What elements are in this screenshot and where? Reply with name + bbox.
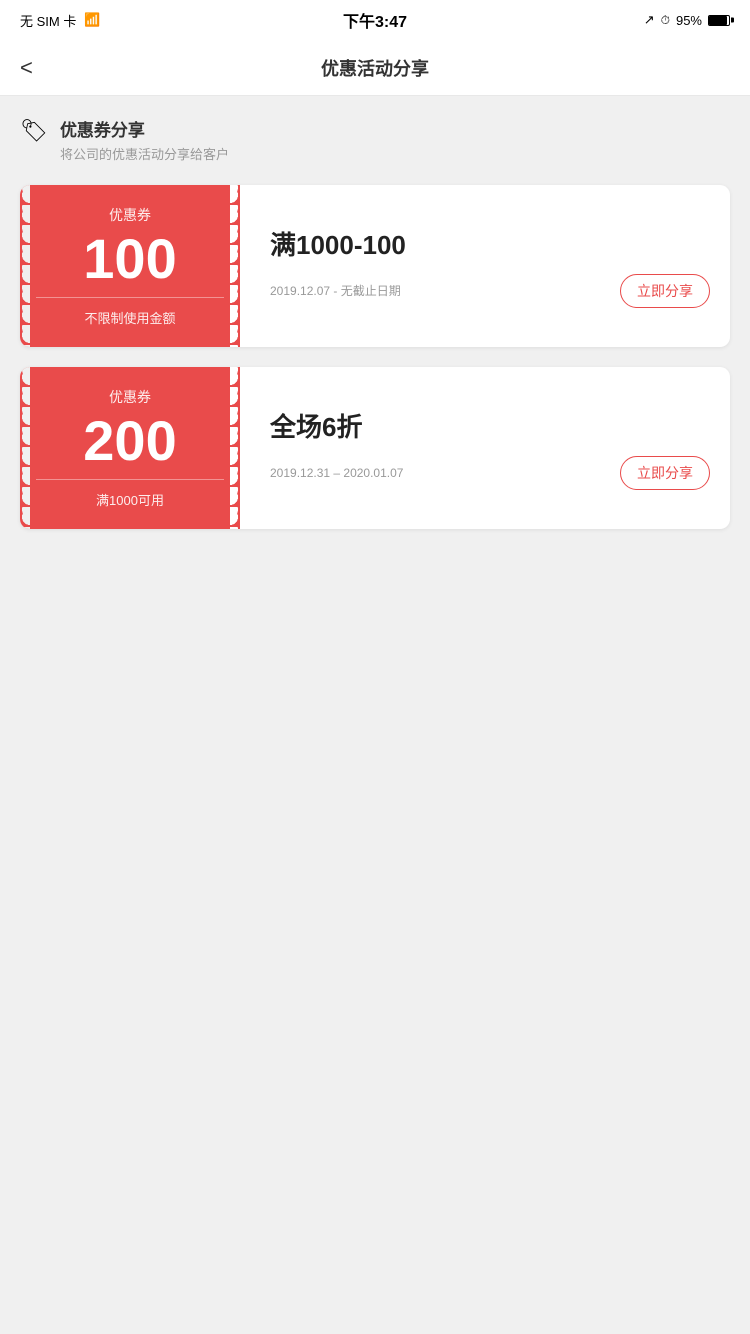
coupon-divider-0	[36, 297, 224, 298]
status-right: ↗ ⏱ 95%	[644, 12, 730, 28]
coupon-name-0: 满1000-100	[270, 225, 710, 262]
share-button-0[interactable]: 立即分享	[620, 274, 710, 308]
section-header: 🏷 优惠券分享 将公司的优惠活动分享给客户	[0, 96, 750, 175]
nav-bar: < 优惠活动分享	[0, 40, 750, 96]
page-title: 优惠活动分享	[321, 55, 429, 81]
battery-percent: 95%	[676, 13, 702, 28]
status-left: 无 SIM 卡 📶	[20, 11, 101, 30]
coupon-card: 优惠券 100 不限制使用金额 满1000-100 2019.12.07 - 无…	[20, 185, 730, 347]
coupon-name-1: 全场6折	[270, 407, 710, 444]
share-button-1[interactable]: 立即分享	[620, 456, 710, 490]
coupon-label-1: 优惠券	[109, 387, 151, 407]
coupon-amount-1: 200	[83, 413, 176, 469]
coupon-divider-1	[36, 479, 224, 480]
back-button[interactable]: <	[20, 55, 33, 81]
section-subtitle: 将公司的优惠活动分享给客户	[60, 144, 229, 163]
coupon-right-0: 满1000-100 2019.12.07 - 无截止日期 立即分享	[240, 185, 730, 347]
coupon-condition-0: 不限制使用金额	[84, 308, 175, 327]
coupon-list: 优惠券 100 不限制使用金额 满1000-100 2019.12.07 - 无…	[0, 175, 750, 559]
coupon-date-0: 2019.12.07 - 无截止日期	[270, 282, 612, 299]
battery-fill	[709, 16, 727, 25]
coupon-right-1: 全场6折 2019.12.31 – 2020.01.07 立即分享	[240, 367, 730, 529]
carrier-text: 无 SIM 卡	[20, 11, 76, 30]
location-icon: ↗	[644, 12, 655, 28]
coupon-date-1: 2019.12.31 – 2020.01.07	[270, 466, 612, 480]
section-title: 优惠券分享	[60, 116, 229, 141]
wifi-icon: 📶	[84, 12, 100, 28]
status-time: 下午3:47	[343, 8, 407, 32]
alarm-icon: ⏱	[661, 13, 670, 28]
coupon-condition-1: 满1000可用	[96, 490, 164, 509]
coupon-amount-0: 100	[83, 231, 176, 287]
status-bar: 无 SIM 卡 📶 下午3:47 ↗ ⏱ 95%	[0, 0, 750, 40]
coupon-left-1: 优惠券 200 满1000可用	[20, 367, 240, 529]
coupon-section-icon: 🏷	[20, 118, 48, 144]
page-background	[0, 559, 750, 1059]
coupon-card-1: 优惠券 200 满1000可用 全场6折 2019.12.31 – 2020.0…	[20, 367, 730, 529]
battery-icon	[708, 15, 730, 26]
coupon-bottom-row-1: 2019.12.31 – 2020.01.07 立即分享	[270, 456, 710, 490]
coupon-bottom-row-0: 2019.12.07 - 无截止日期 立即分享	[270, 274, 710, 308]
coupon-label-0: 优惠券	[109, 205, 151, 225]
coupon-left-0: 优惠券 100 不限制使用金额	[20, 185, 240, 347]
section-text: 优惠券分享 将公司的优惠活动分享给客户	[60, 116, 229, 163]
